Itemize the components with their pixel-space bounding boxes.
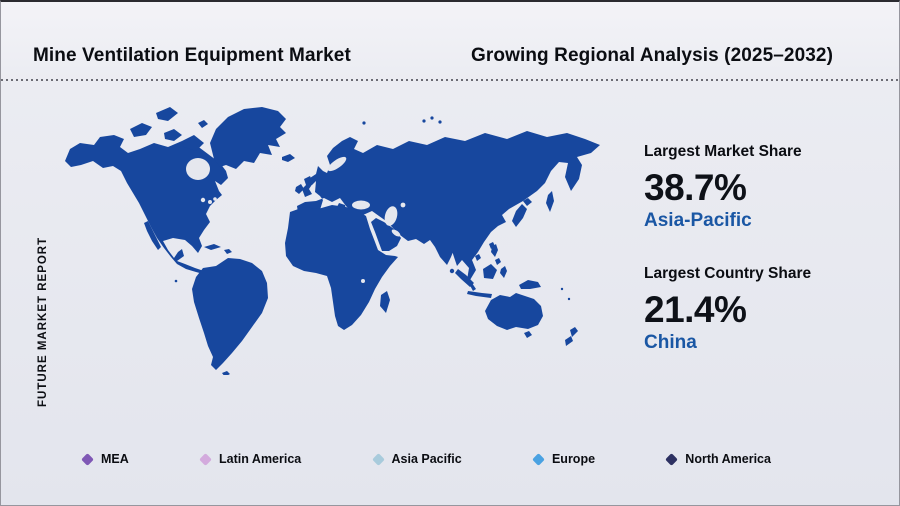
map-great-lake: [208, 200, 212, 204]
map-north-america: [65, 135, 228, 277]
stat-value: 38.7%: [644, 166, 747, 208]
map-new-zealand: [565, 327, 578, 346]
map-australia: [485, 293, 543, 338]
legend-marker-diamond: [371, 452, 385, 466]
stat-label: Largest Market Share: [644, 143, 802, 160]
stat-largest-market-share: Largest Market Share 38.7% Asia-Pacific: [644, 143, 894, 233]
stat-label: Largest Country Share: [644, 265, 812, 282]
legend-label: Europe: [551, 452, 596, 466]
map-philippines: [491, 244, 501, 265]
map-south-america: [192, 258, 268, 377]
map-aral-sea: [400, 202, 406, 208]
map-sulawesi: [500, 266, 507, 278]
brand-vertical-text: FUTURE MARKET REPORT: [37, 236, 49, 408]
map-island-dot: [362, 121, 366, 125]
map-iceland: [282, 154, 295, 162]
world-map: [65, 107, 600, 377]
map-great-lake: [213, 197, 217, 201]
legend-marker-diamond: [532, 452, 545, 466]
legend-item-north-america: North America: [665, 452, 771, 466]
map-island-dot: [174, 279, 178, 283]
legend-label: Asia Pacific: [391, 452, 462, 466]
legend: MEA Latin America Asia Pacific Europe No…: [81, 449, 771, 469]
map-lake-victoria: [361, 279, 365, 283]
map-sri-lanka: [449, 268, 455, 274]
page-title: Mine Ventilation Equipment Market: [33, 45, 351, 66]
map-black-sea: [352, 200, 370, 210]
map-arctic-islands: [130, 107, 208, 151]
map-ireland: [295, 184, 304, 194]
map-borneo: [483, 264, 497, 279]
infographic-frame: Mine Ventilation Equipment Market Growin…: [0, 0, 900, 506]
map-new-guinea: [519, 280, 541, 289]
map-madagascar: [380, 291, 390, 313]
legend-item-mea: MEA: [81, 452, 129, 466]
map-great-lake: [200, 197, 206, 203]
legend-item-asia-pacific: Asia Pacific: [371, 452, 462, 466]
stat-value: 21.4%: [644, 288, 747, 330]
map-island-dot: [438, 120, 442, 124]
stat-largest-country-share: Largest Country Share 21.4% China: [644, 265, 894, 355]
page-subtitle: Growing Regional Analysis (2025–2032): [471, 45, 834, 66]
map-hudson-bay: [186, 158, 210, 180]
map-java: [467, 291, 492, 298]
legend-label: North America: [685, 452, 771, 466]
legend-marker-diamond: [81, 452, 94, 466]
map-greenland: [210, 107, 286, 169]
legend-marker-diamond: [665, 452, 679, 466]
map-sakhalin: [546, 191, 554, 212]
stat-region: China: [644, 332, 697, 354]
world-map-land: [65, 107, 600, 377]
map-caribbean: [204, 244, 232, 254]
map-island-dot: [560, 287, 564, 291]
map-island-dot: [430, 116, 434, 120]
legend-label: MEA: [101, 452, 129, 466]
map-island-dot: [422, 119, 426, 123]
legend-item-europe: Europe: [532, 452, 596, 466]
legend-label: Latin America: [219, 452, 302, 466]
stat-region: Asia-Pacific: [644, 210, 752, 232]
world-map-container: [64, 99, 604, 377]
dotted-separator: [1, 79, 899, 81]
map-island-dot: [567, 297, 571, 301]
legend-marker-diamond: [199, 452, 212, 466]
legend-item-latin-america: Latin America: [199, 452, 302, 466]
